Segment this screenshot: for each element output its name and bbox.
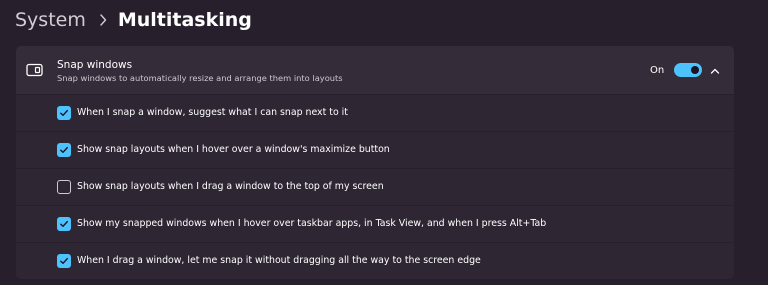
option-row: When I snap a window, suggest what I can… <box>16 95 734 131</box>
option-label: When I snap a window, suggest what I can… <box>77 107 348 118</box>
option-row: When I drag a window, let me snap it wit… <box>16 243 734 279</box>
snap-options-list: When I snap a window, suggest what I can… <box>16 95 734 280</box>
snap-windows-description: Snap windows to automatically resize and… <box>57 73 343 83</box>
snap-windows-panel: Snap windows Snap windows to automatical… <box>16 46 734 281</box>
snap-windows-toggle[interactable] <box>674 63 702 77</box>
checkmark-icon <box>60 109 68 116</box>
snap-windows-header[interactable]: Snap windows Snap windows to automatical… <box>16 46 734 94</box>
option-label: Show snap layouts when I hover over a wi… <box>77 144 390 155</box>
toggle-knob <box>691 66 699 74</box>
chevron-up-icon[interactable] <box>708 63 722 77</box>
option-label: When I drag a window, let me snap it wit… <box>77 255 481 266</box>
option-row: Show my snapped windows when I hover ove… <box>16 206 734 242</box>
breadcrumb: System Multitasking <box>15 6 252 34</box>
checkmark-icon <box>60 146 68 153</box>
option-label: Show my snapped windows when I hover ove… <box>77 218 547 229</box>
option-checkbox[interactable] <box>57 254 71 268</box>
toggle-state-label: On <box>650 65 665 76</box>
breadcrumb-separator-icon <box>99 14 107 26</box>
option-label: Show snap layouts when I drag a window t… <box>77 181 384 192</box>
option-checkbox[interactable] <box>57 143 71 157</box>
option-checkbox[interactable] <box>57 106 71 120</box>
option-checkbox[interactable] <box>57 180 71 194</box>
page-title: Multitasking <box>117 9 252 31</box>
option-checkbox[interactable] <box>57 217 71 231</box>
snap-window-icon <box>26 62 44 77</box>
checkmark-icon <box>60 220 68 227</box>
snap-windows-title: Snap windows <box>57 59 133 71</box>
checkmark-icon <box>60 257 68 264</box>
breadcrumb-system-link[interactable]: System <box>15 9 86 31</box>
option-row: Show snap layouts when I hover over a wi… <box>16 132 734 168</box>
option-row: Show snap layouts when I drag a window t… <box>16 169 734 205</box>
